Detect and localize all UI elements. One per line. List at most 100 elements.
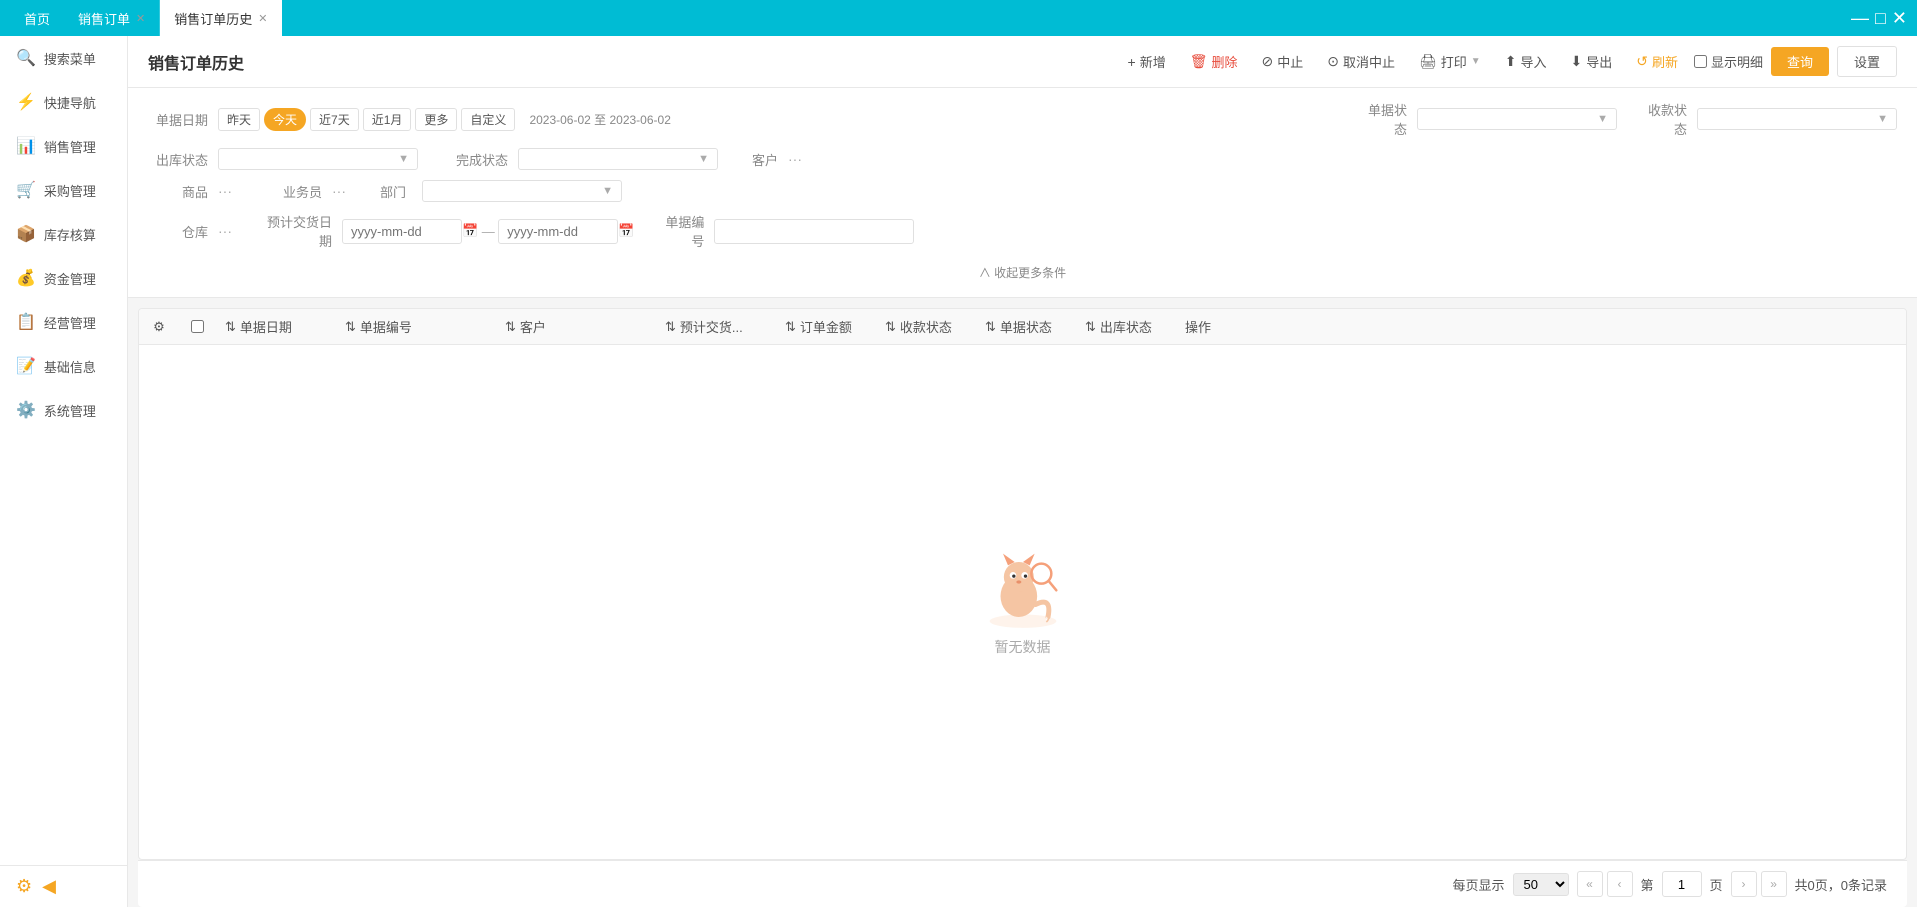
date-btn-1month[interactable]: 近1月 — [363, 108, 412, 131]
date-btn-7days[interactable]: 近7天 — [310, 108, 359, 131]
delivery-date-start[interactable] — [342, 219, 462, 244]
close-window-button[interactable]: ✕ — [1892, 8, 1907, 29]
sidebar-item-operations[interactable]: 📋 经营管理 — [0, 300, 127, 344]
calendar-start-icon[interactable]: 📅 — [462, 223, 478, 239]
out-status-arrow: ▼ — [398, 153, 409, 165]
tab-home[interactable]: 首页 — [10, 0, 64, 36]
tab-sales-order[interactable]: 销售订单 ✕ — [64, 0, 160, 36]
next-page-button[interactable]: › — [1731, 871, 1757, 897]
sidebar-item-inventory[interactable]: 📦 库存核算 — [0, 212, 127, 256]
sidebar-item-basics[interactable]: 📝 基础信息 — [0, 344, 127, 388]
page-number-input[interactable] — [1662, 871, 1702, 897]
purchase-icon: 🛒 — [16, 180, 36, 200]
filter-area: 单据日期 昨天 今天 近7天 近1月 更多 自定义 2023-06-02 至 2… — [128, 88, 1917, 298]
display-detail-checkbox[interactable] — [1694, 55, 1707, 68]
content-area: 销售订单历史 + 新增 🗑 删除 ⊘ 中止 ⊙ 取消中止 — [128, 36, 1917, 907]
total-info: 共0页，0条记录 — [1795, 875, 1887, 894]
th-order-status[interactable]: ⇅ 单据状态 — [975, 317, 1075, 336]
payment-status-select[interactable]: ▼ — [1697, 108, 1897, 130]
th-settings[interactable]: ⚙ — [139, 319, 179, 335]
salesperson-dots[interactable]: ··· — [332, 183, 346, 199]
search-icon: 🔍 — [16, 48, 36, 68]
th-date[interactable]: ⇅ 单据日期 — [215, 317, 335, 336]
prev-page-button[interactable]: ‹ — [1607, 871, 1633, 897]
collapse-up-icon: ∧ — [979, 266, 991, 280]
th-delivery[interactable]: ⇅ 预计交货... — [655, 317, 775, 336]
display-detail-toggle[interactable]: 显示明细 — [1694, 52, 1763, 71]
add-button[interactable]: + 新增 — [1120, 48, 1174, 75]
order-status-select[interactable]: ▼ — [1417, 108, 1617, 130]
collapse-sidebar-icon[interactable]: ◀ — [42, 876, 56, 897]
first-page-button[interactable]: « — [1577, 871, 1603, 897]
sort-icon-date: ⇅ — [225, 319, 236, 335]
payment-status-arrow: ▼ — [1877, 113, 1888, 125]
sidebar-item-quicknav[interactable]: ⚡ 快捷导航 — [0, 80, 127, 124]
date-btn-today[interactable]: 今天 — [264, 108, 306, 131]
th-out-status[interactable]: ⇅ 出库状态 — [1075, 317, 1175, 336]
sort-icon-payment: ⇅ — [885, 319, 896, 335]
select-all-checkbox[interactable] — [191, 320, 204, 333]
query-button[interactable]: 查询 — [1771, 47, 1829, 76]
th-action: 操作 — [1175, 317, 1906, 336]
filter-row-4: 仓库 ··· 预计交货日期 📅 — 📅 单据编号 — [148, 212, 1897, 250]
customer-dots[interactable]: ··· — [788, 151, 802, 167]
settings-bottom-icon[interactable]: ⚙ — [16, 876, 32, 897]
delivery-date-label: 预计交货日期 — [262, 212, 342, 250]
cancel-stop-button[interactable]: ⊙ 取消中止 — [1319, 48, 1403, 75]
sidebar-item-search[interactable]: 🔍 搜索菜单 — [0, 36, 127, 80]
delivery-date-end[interactable] — [498, 219, 618, 244]
date-field: 昨天 今天 近7天 近1月 更多 自定义 2023-06-02 至 2023-0… — [218, 108, 1357, 131]
sort-icon-out-status: ⇅ — [1085, 319, 1096, 335]
date-range: 2023-06-02 至 2023-06-02 — [529, 111, 670, 128]
close-tab-sales-order[interactable]: ✕ — [136, 12, 145, 25]
export-icon: ⬇ — [1570, 53, 1582, 70]
th-customer[interactable]: ⇅ 客户 — [495, 317, 655, 336]
complete-status-select[interactable]: ▼ — [518, 148, 718, 170]
goods-label: 商品 — [148, 182, 218, 201]
basics-icon: 📝 — [16, 356, 36, 376]
settings-page-button[interactable]: 设置 — [1837, 46, 1897, 77]
print-button[interactable]: 🖨 打印 ▼ — [1411, 48, 1489, 75]
th-amount[interactable]: ⇅ 订单金额 — [775, 317, 875, 336]
order-no-input[interactable] — [714, 219, 914, 244]
window-controls: — □ ✕ — [1851, 8, 1907, 29]
sales-icon: 📊 — [16, 136, 36, 156]
th-payment[interactable]: ⇅ 收款状态 — [875, 317, 975, 336]
date-btn-yesterday[interactable]: 昨天 — [218, 108, 260, 131]
last-page-button[interactable]: » — [1761, 871, 1787, 897]
sidebar-item-system[interactable]: ⚙️ 系统管理 — [0, 388, 127, 432]
sidebar-item-purchase[interactable]: 🛒 采购管理 — [0, 168, 127, 212]
stop-button[interactable]: ⊘ 中止 — [1254, 48, 1312, 75]
out-status-select[interactable]: ▼ — [218, 148, 418, 170]
inventory-icon: 📦 — [16, 224, 36, 244]
out-label: 出库状态 — [148, 150, 218, 169]
import-button[interactable]: ⬆ 导入 — [1497, 48, 1555, 75]
calendar-end-icon[interactable]: 📅 — [618, 223, 634, 239]
goods-dots[interactable]: ··· — [218, 183, 232, 199]
collapse-row[interactable]: ∧ 收起更多条件 — [148, 260, 1897, 285]
print-arrow-icon: ▼ — [1471, 56, 1481, 67]
delete-button[interactable]: 🗑 删除 — [1182, 48, 1246, 75]
sidebar-item-sales[interactable]: 📊 销售管理 — [0, 124, 127, 168]
tab-sales-history[interactable]: 销售订单历史 ✕ — [160, 0, 282, 36]
table-header: ⚙ ⇅ 单据日期 ⇅ 单据编号 ⇅ 客户 ⇅ — [139, 309, 1906, 345]
sidebar-item-finance[interactable]: 💰 资金管理 — [0, 256, 127, 300]
export-button[interactable]: ⬇ 导出 — [1562, 48, 1620, 75]
order-status-arrow: ▼ — [1597, 113, 1608, 125]
dept-select[interactable]: ▼ — [422, 180, 622, 202]
per-page-label: 每页显示 — [1452, 875, 1504, 894]
per-page-select[interactable]: 50 100 200 — [1513, 873, 1569, 896]
stop-icon: ⊘ — [1262, 53, 1274, 70]
th-order-no[interactable]: ⇅ 单据编号 — [335, 317, 495, 336]
warehouse-dots[interactable]: ··· — [218, 223, 232, 239]
sort-icon-delivery: ⇅ — [665, 319, 676, 335]
th-checkbox[interactable] — [179, 320, 215, 333]
date-btn-custom[interactable]: 自定义 — [461, 108, 515, 131]
date-buttons: 昨天 今天 近7天 近1月 更多 自定义 — [218, 108, 515, 131]
minimize-button[interactable]: — — [1851, 8, 1869, 29]
refresh-button[interactable]: ↺ 刷新 — [1628, 48, 1686, 75]
filter-row-3: 商品 ··· 业务员 ··· 部门 ▼ — [148, 180, 1897, 202]
close-tab-history[interactable]: ✕ — [258, 12, 267, 25]
maximize-button[interactable]: □ — [1875, 8, 1886, 29]
date-btn-more[interactable]: 更多 — [415, 108, 457, 131]
